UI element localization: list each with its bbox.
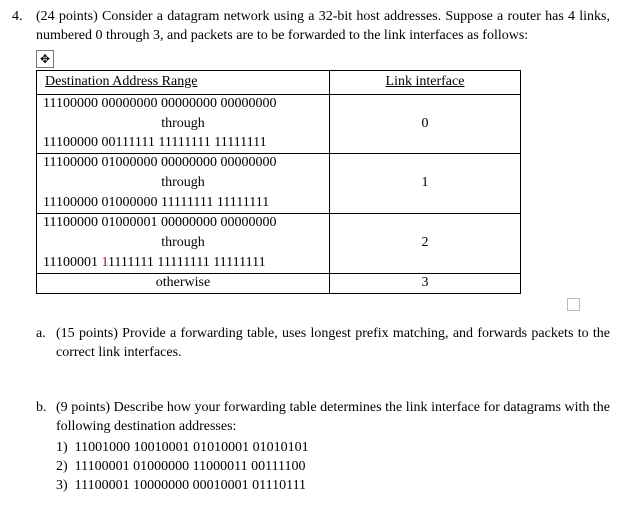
link-value: 2	[330, 214, 521, 274]
addr-start: 11100000 01000000 00000000 00000000	[43, 154, 323, 173]
through-label: through	[43, 173, 323, 194]
move-handle-icon[interactable]: ✥	[36, 50, 54, 68]
problem-number: 4.	[12, 8, 36, 27]
routing-table: Destination Address Range Link interface…	[36, 70, 521, 294]
table-row: 11100000 01000001 00000000 00000000 thro…	[37, 214, 521, 274]
link-value: 0	[330, 94, 521, 154]
otherwise-label: otherwise	[43, 274, 323, 293]
subpart-label-b: b.	[36, 399, 56, 418]
subpart-text-b: (9 points) Describe how your forwarding …	[56, 399, 610, 495]
resize-handle-icon[interactable]	[567, 298, 580, 311]
table-header-address: Destination Address Range	[37, 70, 330, 94]
addr-end: 11100000 00111111 11111111 11111111	[43, 134, 323, 153]
table-row: otherwise 3	[37, 273, 521, 293]
table-row: 11100000 00000000 00000000 00000000 thro…	[37, 94, 521, 154]
subpart-label-a: a.	[36, 325, 56, 344]
link-value: 1	[330, 154, 521, 214]
table-header-link: Link interface	[330, 70, 521, 94]
through-label: through	[43, 233, 323, 254]
addr-start: 11100000 00000000 00000000 00000000	[43, 95, 323, 114]
table-row: 11100000 01000000 00000000 00000000 thro…	[37, 154, 521, 214]
dest-address-2: 2) 11100001 01000000 11000011 00111100	[56, 458, 610, 477]
link-value: 3	[330, 273, 521, 293]
addr-start: 11100000 01000001 00000000 00000000	[43, 214, 323, 233]
through-label: through	[43, 114, 323, 135]
dest-address-3: 3) 11100001 10000000 00010001 01110111	[56, 477, 610, 496]
dest-address-1: 1) 11001000 10010001 01010001 01010101	[56, 439, 610, 458]
addr-end: 11100001 11111111 11111111 11111111	[43, 254, 323, 273]
addr-end: 11100000 01000000 11111111 11111111	[43, 194, 323, 213]
subpart-text-a: (15 points) Provide a forwarding table, …	[56, 325, 610, 363]
problem-statement: (24 points) Consider a datagram network …	[36, 8, 610, 46]
